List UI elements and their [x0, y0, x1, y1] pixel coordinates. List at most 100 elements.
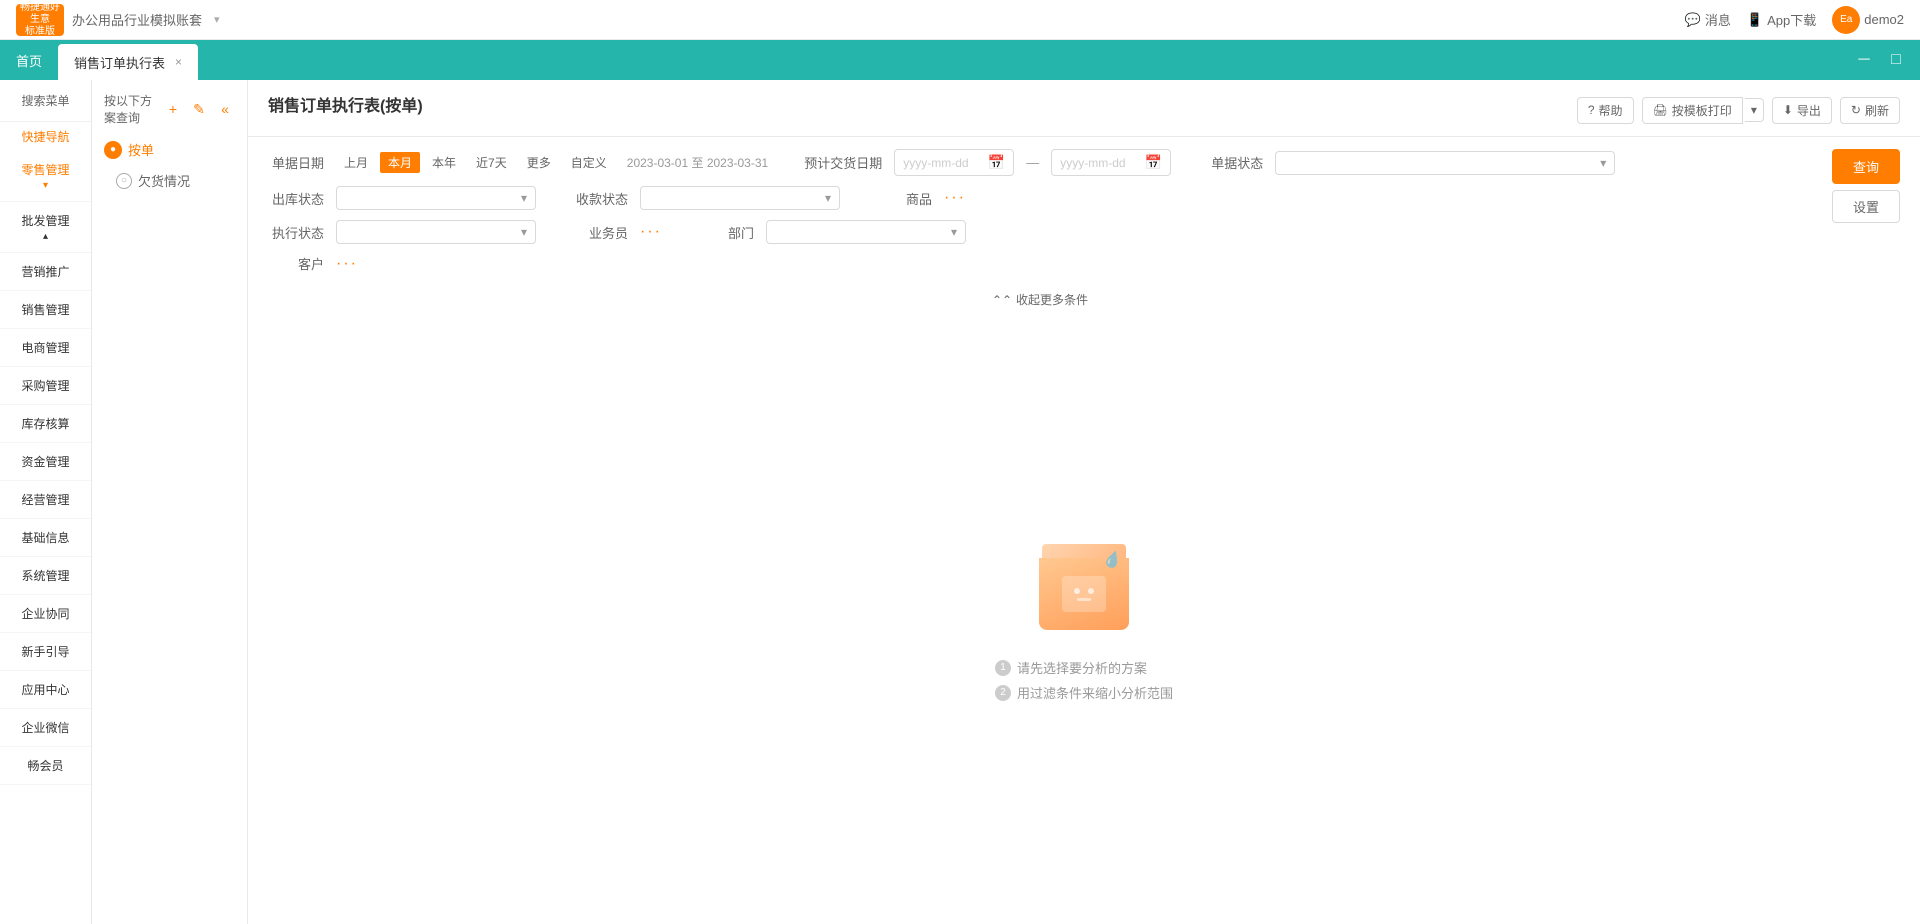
app-download-icon: 📱 [1747, 12, 1763, 28]
date-tab-7days[interactable]: 近7天 [468, 152, 515, 173]
collapse-button[interactable]: ⌃⌃ 收起更多条件 [984, 287, 1096, 312]
topbar-right: 💬 消息 📱 App下载 Ea demo2 [1685, 6, 1904, 34]
scheme-panel: 按以下方案查询 + ✎ « ● 按单 ○ 欠货情况 [92, 80, 248, 924]
date-tab-thisyear[interactable]: 本年 [424, 152, 464, 173]
sidebar-item-member[interactable]: 畅会员 [0, 747, 91, 785]
sidebar-item-wxwork[interactable]: 企业微信 [0, 709, 91, 747]
sidebar-item-sales[interactable]: 销售管理 [0, 291, 91, 329]
content-area: 按以下方案查询 + ✎ « ● 按单 ○ 欠货情况 [92, 80, 1920, 924]
scheme-item-sub[interactable]: ○ 欠货情况 [92, 165, 247, 196]
help-label: 帮助 [1599, 102, 1623, 119]
print-icon: 🖨 [1653, 103, 1668, 117]
empty-box-mouth [1077, 598, 1091, 601]
tab-close-icon[interactable]: × [175, 55, 182, 69]
sidebar-item-marketing-label: 营销推广 [21, 263, 69, 280]
print-button[interactable]: 🖨 按模板打印 [1642, 97, 1743, 124]
page-title: 销售订单执行表(按单) [268, 92, 423, 128]
exec-status-arrow-icon: ▾ [521, 225, 527, 239]
hint-num-1: 1 [995, 660, 1011, 676]
doc-status-select[interactable]: ▾ [1275, 151, 1615, 175]
export-button[interactable]: ⬇ 导出 [1772, 97, 1832, 124]
date-tab-lastmonth[interactable]: 上月 [336, 152, 376, 173]
help-icon: ? [1588, 103, 1595, 117]
message-icon: 💬 [1685, 12, 1701, 28]
sidebar-item-retail[interactable]: 零售管理 ▾ [0, 151, 91, 202]
sidebar-item-purchase[interactable]: 采购管理 [0, 367, 91, 405]
collapse-row: ⌃⌃ 收起更多条件 [268, 283, 1812, 316]
sidebar-item-wholesale[interactable]: 批发管理 ▴ [0, 202, 91, 253]
sidebar-quick-nav[interactable]: 快捷导航 [0, 122, 91, 151]
sidebar-item-appcenter[interactable]: 应用中心 [0, 671, 91, 709]
date-tab-more[interactable]: 更多 [519, 152, 559, 173]
empty-hint-1: 1 请先选择要分析的方案 [995, 658, 1173, 677]
print-button-group: 🖨 按模板打印 ▾ [1642, 97, 1764, 124]
expected-date-start-input[interactable]: yyyy-mm-dd 📅 [894, 149, 1014, 176]
tab-active[interactable]: 销售订单执行表 × [58, 44, 198, 80]
filter-row-3: 执行状态 ▾ 业务员 ··· 部门 ▾ [268, 220, 1812, 244]
tabbar-actions: ─ □ [1852, 48, 1920, 72]
date-tab-thismonth[interactable]: 本月 [380, 152, 420, 173]
hint-text-2: 用过滤条件来缩小分析范围 [1017, 683, 1173, 702]
empty-box-body: 💧 [1039, 558, 1129, 630]
exec-status-select[interactable]: ▾ [336, 220, 536, 244]
sidebar-item-ecommerce[interactable]: 电商管理 [0, 329, 91, 367]
settings-button[interactable]: 设置 [1832, 190, 1900, 223]
sidebar-item-operation-label: 经营管理 [21, 491, 69, 508]
tab-home[interactable]: 首页 [0, 40, 58, 80]
sidebar-item-inventory[interactable]: 库存核算 [0, 405, 91, 443]
export-label: 导出 [1797, 102, 1821, 119]
scheme-item-sub-icon: ○ [116, 173, 132, 189]
date-separator: — [1026, 155, 1039, 170]
query-button[interactable]: 查询 [1832, 149, 1900, 184]
product-select-button[interactable]: ··· [944, 189, 966, 207]
refresh-label: 刷新 [1865, 102, 1889, 119]
scheme-item-sub-label: 欠货情况 [138, 171, 190, 190]
delivery-status-label: 出库状态 [268, 189, 324, 208]
sidebar-item-sales-label: 销售管理 [21, 301, 69, 318]
refresh-button[interactable]: ↻ 刷新 [1840, 97, 1900, 124]
sidebar-item-marketing[interactable]: 营销推广 [0, 253, 91, 291]
print-dropdown-button[interactable]: ▾ [1745, 98, 1764, 122]
app-title-dropdown-icon[interactable]: ▾ [214, 13, 220, 26]
export-icon: ⬇ [1783, 103, 1793, 117]
customer-label: 客户 [268, 254, 324, 273]
sidebar-item-operation[interactable]: 经营管理 [0, 481, 91, 519]
sidebar-search-text[interactable]: 搜索菜单 [8, 88, 83, 113]
filter-row-4: 客户 ··· [268, 254, 1812, 273]
scheme-edit-button[interactable]: ✎ [189, 99, 209, 119]
sidebar-search-section: 搜索菜单 [0, 80, 91, 122]
salesperson-select-button[interactable]: ··· [640, 223, 662, 241]
date-tab-custom[interactable]: 自定义 [563, 152, 615, 173]
sidebar-item-wholesale-label: 批发管理 [21, 212, 69, 229]
sidebar-item-system-label: 系统管理 [21, 567, 69, 584]
sidebar-item-collab[interactable]: 企业协同 [0, 595, 91, 633]
empty-box-wrapper: 💧 [1039, 544, 1129, 630]
sidebar-item-inventory-label: 库存核算 [21, 415, 69, 432]
sidebar-item-finance[interactable]: 资金管理 [0, 443, 91, 481]
expected-date-end-input[interactable]: yyyy-mm-dd 📅 [1051, 149, 1171, 176]
message-button[interactable]: 💬 消息 [1685, 10, 1731, 29]
sidebar-item-newuser[interactable]: 新手引导 [0, 633, 91, 671]
sidebar: 搜索菜单 快捷导航 零售管理 ▾ 批发管理 ▴ 营销推广 销售管理 电商管理 采… [0, 80, 92, 924]
scheme-add-button[interactable]: + [163, 99, 183, 119]
customer-select-button[interactable]: ··· [336, 255, 358, 273]
delivery-status-arrow-icon: ▾ [521, 191, 527, 205]
dept-select[interactable]: ▾ [766, 220, 966, 244]
tab-minimize-button[interactable]: ─ [1852, 48, 1876, 72]
tab-maximize-button[interactable]: □ [1884, 48, 1908, 72]
scheme-panel-title: 按以下方案查询 [104, 92, 163, 126]
sidebar-item-basic[interactable]: 基础信息 [0, 519, 91, 557]
sidebar-item-system[interactable]: 系统管理 [0, 557, 91, 595]
page-header: 销售订单执行表(按单) ? 帮助 🖨 按模板打印 ▾ ⬇ [248, 80, 1920, 137]
delivery-status-select[interactable]: ▾ [336, 186, 536, 210]
scheme-panel-header: 按以下方案查询 + ✎ « [92, 88, 247, 134]
hint-num-2: 2 [995, 685, 1011, 701]
dept-label: 部门 [698, 223, 754, 242]
scheme-item-main[interactable]: ● 按单 [92, 134, 247, 165]
user-profile[interactable]: Ea demo2 [1832, 6, 1904, 34]
receipt-status-select[interactable]: ▾ [640, 186, 840, 210]
doc-status-arrow-icon: ▾ [1600, 156, 1606, 170]
scheme-collapse-button[interactable]: « [215, 99, 235, 119]
app-download-button[interactable]: 📱 App下载 [1747, 10, 1816, 29]
help-button[interactable]: ? 帮助 [1577, 97, 1634, 124]
